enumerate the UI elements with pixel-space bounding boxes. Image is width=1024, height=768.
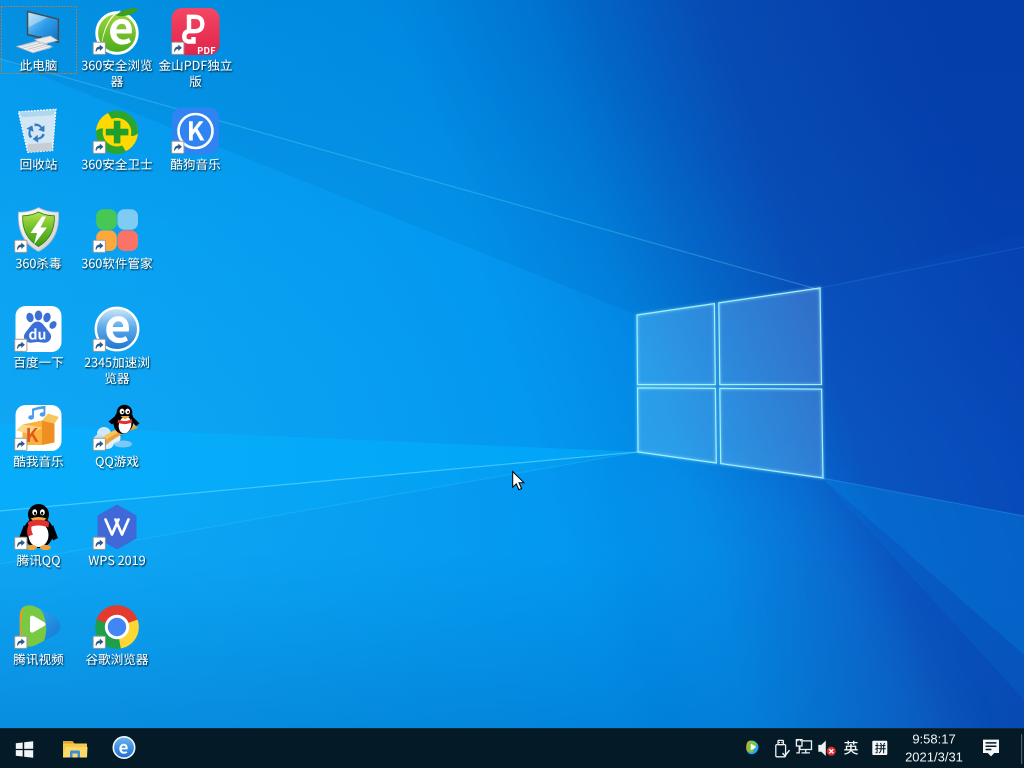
svg-text:9:58:17: 9:58:17 bbox=[912, 731, 955, 746]
svg-text:2021/3/31: 2021/3/31 bbox=[905, 750, 963, 765]
